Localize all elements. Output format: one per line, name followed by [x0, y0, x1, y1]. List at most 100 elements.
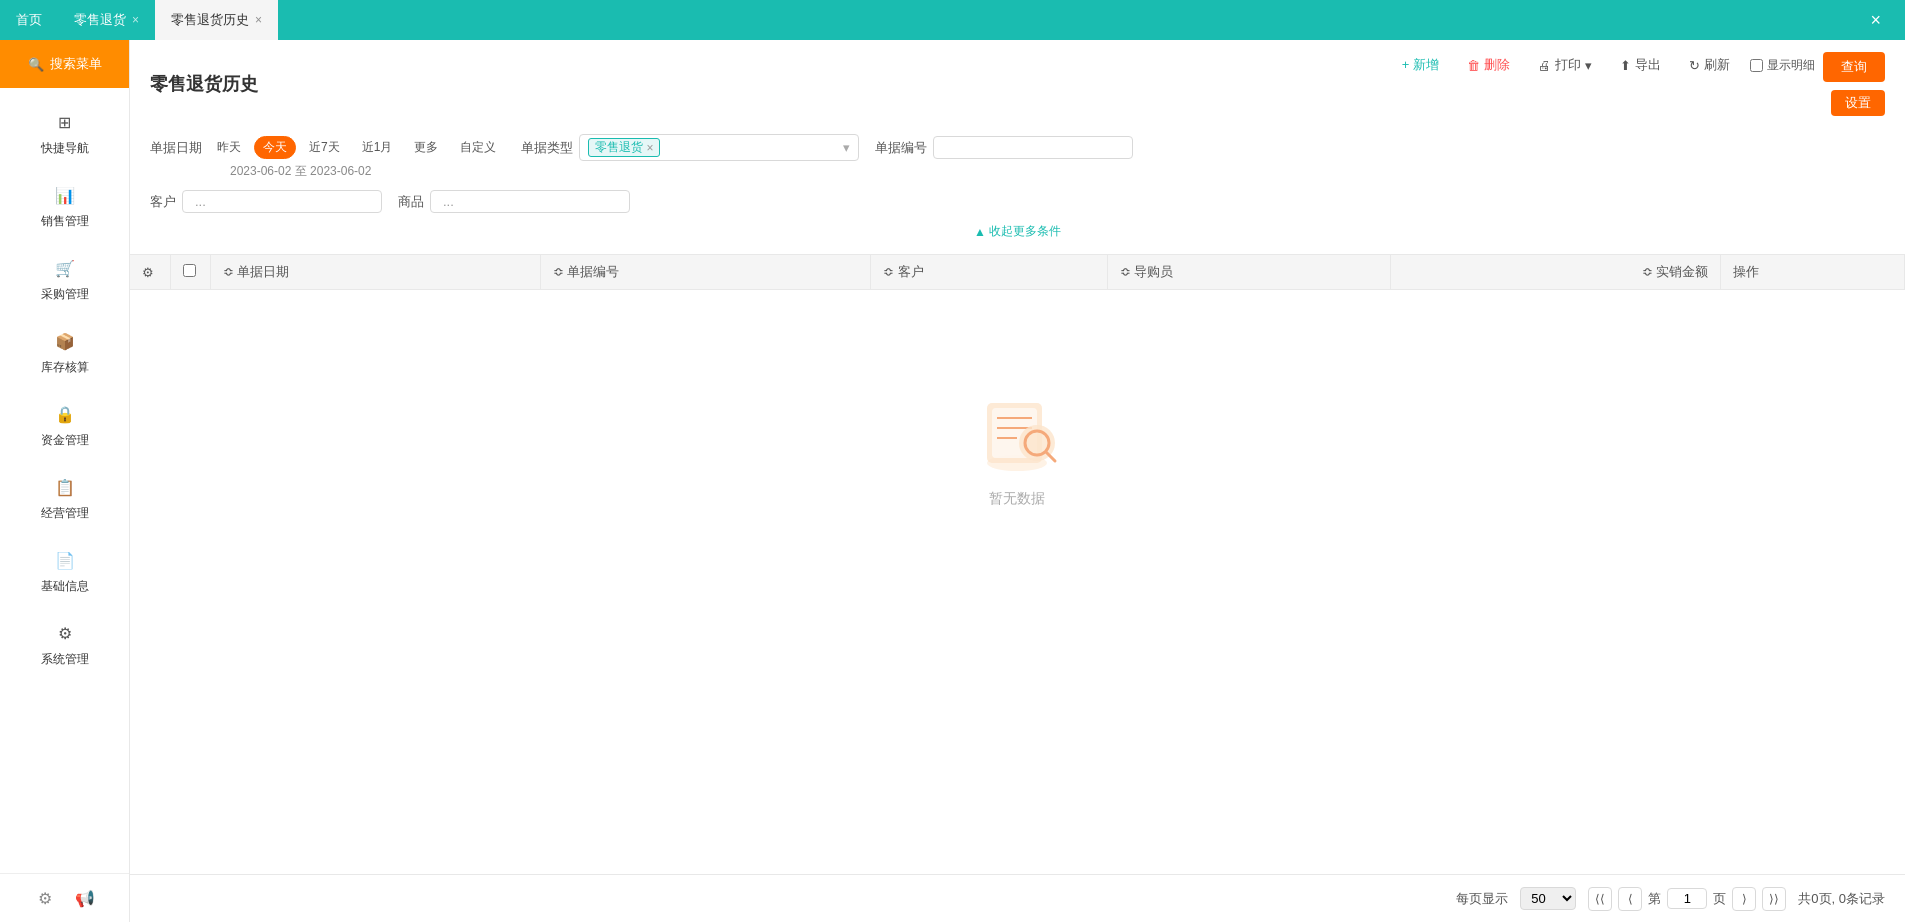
sidebar-icon-system-mgmt: ⚙ [51, 619, 79, 647]
print-dropdown-icon: ▾ [1585, 58, 1592, 73]
sidebar-label-operations-mgmt: 经营管理 [41, 505, 89, 522]
export-button[interactable]: ⬆ 导出 [1612, 52, 1669, 78]
tab-label-retail-return: 零售退货 [74, 11, 126, 29]
tab-label-home: 首页 [16, 11, 42, 29]
show-detail-input[interactable] [1750, 59, 1763, 72]
doc-number-input[interactable] [933, 136, 1133, 159]
date-btn-custom[interactable]: 自定义 [451, 136, 505, 159]
th-doc-date[interactable]: ≎ 单据日期 [210, 255, 540, 290]
delete-button[interactable]: 🗑 删除 [1459, 52, 1518, 78]
tab-bar: 首页 零售退货 × 零售退货历史 × [0, 0, 278, 40]
sidebar-item-sales-mgmt[interactable]: 📊 销售管理 [0, 169, 129, 242]
window-close-btn[interactable]: × [1862, 6, 1889, 35]
sidebar-item-inventory[interactable]: 📦 库存核算 [0, 315, 129, 388]
sidebar-audio-btn[interactable]: 📢 [69, 882, 101, 914]
doc-number-label: 单据编号 [875, 139, 927, 157]
customer-input[interactable]: ... [182, 190, 382, 213]
doc-type-label: 单据类型 [521, 139, 573, 157]
date-btn-last1month[interactable]: 近1月 [353, 136, 402, 159]
sidebar-label-purchase-mgmt: 采购管理 [41, 286, 89, 303]
sidebar-icon-basic-info: 📄 [51, 546, 79, 574]
empty-row: 暂无数据 [130, 290, 1905, 597]
refresh-icon: ↻ [1689, 58, 1700, 73]
sidebar-label-system-mgmt: 系统管理 [41, 651, 89, 668]
sidebar-label-sales-mgmt: 销售管理 [41, 213, 89, 230]
th-customer[interactable]: ≎ 客户 [870, 255, 1107, 290]
top-bar-right: × [1862, 6, 1905, 35]
filter-row-1: 单据日期 昨天今天近7天近1月更多自定义 单据类型 零售退货 × ▾ [150, 128, 1885, 167]
print-icon: 🖨 [1538, 58, 1551, 73]
data-table: ⚙ ≎ 单据日期 ≎ 单据编号 ≎ 客户 [130, 255, 1905, 596]
sidebar-label-inventory: 库存核算 [41, 359, 89, 376]
goods-filter: 商品 ... [398, 190, 630, 213]
tab-home[interactable]: 首页 [0, 0, 58, 40]
tab-retail-return[interactable]: 零售退货 × [58, 0, 155, 40]
refresh-button[interactable]: ↻ 刷新 [1681, 52, 1738, 78]
filter-area: 单据日期 昨天今天近7天近1月更多自定义 单据类型 零售退货 × ▾ [150, 128, 1885, 254]
setting-button[interactable]: 设置 [1831, 90, 1885, 116]
sidebar-label-quick-nav: 快捷导航 [41, 140, 89, 157]
doc-number-filter: 单据编号 [875, 136, 1133, 159]
sidebar-item-operations-mgmt[interactable]: 📋 经营管理 [0, 461, 129, 534]
date-range-display: 2023-06-02 至 2023-06-02 [150, 163, 1885, 180]
sidebar-item-finance-mgmt[interactable]: 🔒 资金管理 [0, 388, 129, 461]
last-page-btn[interactable]: ⟩⟩ [1762, 887, 1786, 911]
top-bar: 首页 零售退货 × 零售退货历史 × × [0, 0, 1905, 40]
tab-label-retail-return-history: 零售退货历史 [171, 11, 249, 29]
sidebar-item-system-mgmt[interactable]: ⚙ 系统管理 [0, 607, 129, 680]
sidebar-icon-purchase-mgmt: 🛒 [51, 254, 79, 282]
select-all-checkbox[interactable] [183, 264, 196, 277]
total-text: 共0页, 0条记录 [1798, 890, 1885, 908]
doc-type-filter: 单据类型 零售退货 × ▾ [521, 134, 859, 161]
collapse-button[interactable]: ▲ 收起更多条件 [974, 223, 1061, 240]
print-button[interactable]: 🖨 打印 ▾ [1530, 52, 1600, 78]
content-area: 零售退货历史 + 新增 🗑 删除 🖨 打印 ▾ [130, 40, 1905, 922]
date-label: 单据日期 [150, 139, 202, 157]
show-detail-checkbox[interactable]: 显示明细 [1750, 57, 1815, 74]
doc-type-select[interactable]: 零售退货 × ▾ [579, 134, 859, 161]
sidebar-icon-finance-mgmt: 🔒 [51, 400, 79, 428]
search-icon: 🔍 [28, 57, 44, 72]
sidebar-item-quick-nav[interactable]: ⊞ 快捷导航 [0, 96, 129, 169]
new-button[interactable]: + 新增 [1394, 52, 1447, 78]
query-button[interactable]: 查询 [1823, 52, 1885, 82]
sidebar-item-basic-info[interactable]: 📄 基础信息 [0, 534, 129, 607]
first-page-btn[interactable]: ⟨⟨ [1588, 887, 1612, 911]
goods-input[interactable]: ... [430, 190, 630, 213]
delete-icon: 🗑 [1467, 58, 1480, 73]
per-page-select[interactable]: 102050100 [1520, 887, 1576, 910]
tab-close-retail-return-history[interactable]: × [255, 13, 262, 27]
date-btn-yesterday[interactable]: 昨天 [208, 136, 250, 159]
customer-filter: 客户 ... [150, 190, 382, 213]
next-page-btn[interactable]: ⟩ [1732, 887, 1756, 911]
sidebar-search-btn[interactable]: 🔍 搜索菜单 [0, 40, 129, 88]
date-btn-today[interactable]: 今天 [254, 136, 296, 159]
th-guide[interactable]: ≎ 导购员 [1107, 255, 1390, 290]
th-doc-number[interactable]: ≎ 单据编号 [540, 255, 870, 290]
date-btn-last7[interactable]: 近7天 [300, 136, 349, 159]
th-amount[interactable]: ≎ 实销金额 [1390, 255, 1720, 290]
doc-type-tag-close[interactable]: × [646, 141, 653, 155]
date-btn-group: 昨天今天近7天近1月更多自定义 [208, 136, 505, 159]
th-checkbox[interactable] [170, 255, 210, 290]
sidebar-icon-inventory: 📦 [51, 327, 79, 355]
sidebar-icon-sales-mgmt: 📊 [51, 181, 79, 209]
goods-label: 商品 [398, 193, 424, 211]
collapse-icon: ▲ [974, 225, 986, 239]
pagination-nav: ⟨⟨ ⟨ 第 1 页 ⟩ ⟩⟩ [1588, 887, 1786, 911]
sidebar-bottom: ⚙ 📢 [0, 873, 129, 922]
tab-retail-return-history[interactable]: 零售退货历史 × [155, 0, 278, 40]
page-input[interactable]: 1 [1667, 888, 1707, 909]
sidebar-item-purchase-mgmt[interactable]: 🛒 采购管理 [0, 242, 129, 315]
empty-text: 暂无数据 [989, 490, 1045, 508]
filter-row-2: 客户 ... 商品 ... [150, 184, 1885, 219]
collapse-row: ▲ 收起更多条件 [150, 219, 1885, 246]
sidebar-settings-btn[interactable]: ⚙ [29, 882, 61, 914]
tab-close-retail-return[interactable]: × [132, 13, 139, 27]
main-layout: 🔍 搜索菜单 ⊞ 快捷导航 📊 销售管理 🛒 采购管理 📦 库存核算 🔒 资金管… [0, 40, 1905, 922]
date-btn-more[interactable]: 更多 [405, 136, 447, 159]
empty-state: 暂无数据 [142, 298, 1893, 588]
th-setting[interactable]: ⚙ [130, 255, 170, 290]
prev-page-btn[interactable]: ⟨ [1618, 887, 1642, 911]
sidebar: 🔍 搜索菜单 ⊞ 快捷导航 📊 销售管理 🛒 采购管理 📦 库存核算 🔒 资金管… [0, 40, 130, 922]
